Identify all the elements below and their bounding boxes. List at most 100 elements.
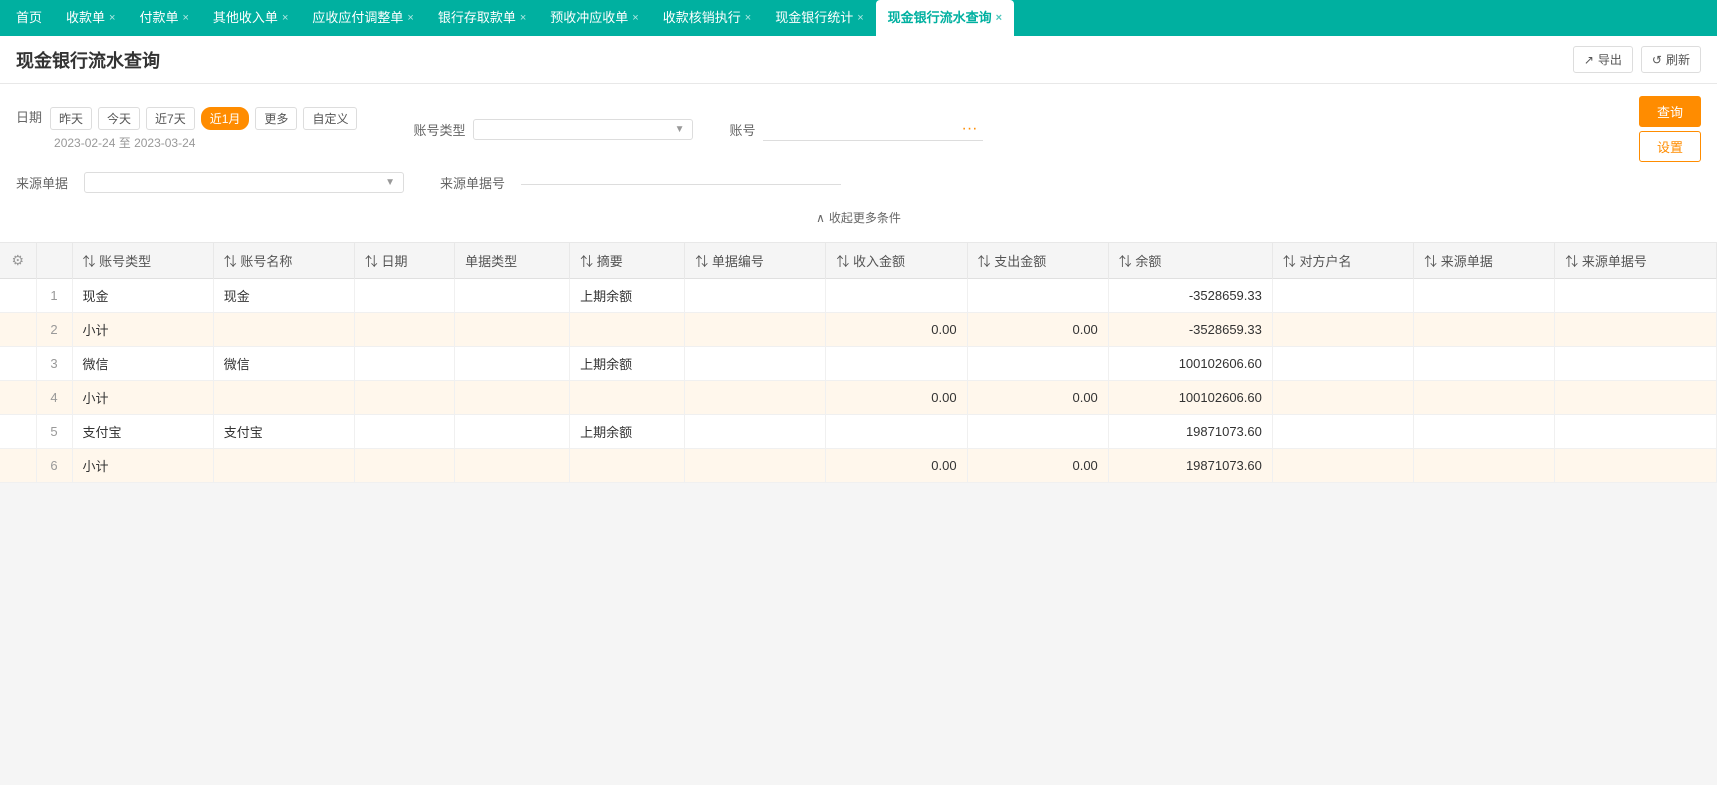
cell-date (354, 279, 454, 313)
cell-balance: 19871073.60 (1108, 449, 1272, 483)
col-date: ⇅ 日期 (354, 243, 454, 279)
nav-home[interactable]: 首页 (4, 0, 54, 36)
refresh-button[interactable]: ↺ 刷新 (1641, 46, 1701, 73)
filter-row-1: 日期 昨天 今天 近7天 近1月 更多 自定义 2023-02-24 至 202… (16, 96, 1701, 162)
top-nav: 首页 收款单 × 付款单 × 其他收入单 × 应收应付调整单 × 银行存取款单 … (0, 0, 1717, 36)
col-expense: ⇅ 支出金额 (967, 243, 1108, 279)
cell-doc_no (685, 347, 826, 381)
gear-icon[interactable]: ⚙ (11, 252, 24, 268)
cell-source_doc_no (1555, 279, 1717, 313)
account-type-select[interactable]: ▼ (473, 119, 693, 140)
date-btn-today[interactable]: 今天 (98, 107, 140, 130)
export-icon: ↗ (1584, 53, 1594, 67)
cell-balance: 100102606.60 (1108, 347, 1272, 381)
cell-doc_type (455, 415, 570, 449)
close-icon[interactable]: × (520, 0, 526, 36)
cell-doc_no (685, 313, 826, 347)
date-btn-custom[interactable]: 自定义 (303, 107, 357, 130)
cell-balance: -3528659.33 (1108, 279, 1272, 313)
date-btn-more[interactable]: 更多 (255, 107, 297, 130)
source-doc-select[interactable]: ▼ (84, 172, 404, 193)
cell-rownum: 6 (36, 449, 72, 483)
cell-counterparty (1272, 279, 1413, 313)
query-button[interactable]: 查询 (1639, 96, 1701, 127)
close-icon[interactable]: × (996, 0, 1002, 36)
header-actions: ↗ 导出 ↺ 刷新 (1573, 46, 1701, 73)
cell-source_doc_no (1555, 449, 1717, 483)
cell-balance: -3528659.33 (1108, 313, 1272, 347)
table-row: 3微信微信上期余额100102606.60 (0, 347, 1717, 381)
cell-summary: 上期余额 (570, 415, 685, 449)
cell-expense (967, 415, 1108, 449)
cell-income: 0.00 (826, 313, 967, 347)
close-icon[interactable]: × (632, 0, 638, 36)
cell-counterparty (1272, 449, 1413, 483)
nav-bank-deposit[interactable]: 银行存取款单 × (426, 0, 538, 36)
collapse-button[interactable]: ∧ 收起更多条件 (816, 209, 901, 226)
col-source-doc-no: ⇅ 来源单据号 (1555, 243, 1717, 279)
cell-settings (0, 415, 36, 449)
settings-button[interactable]: 设置 (1639, 131, 1701, 162)
cell-expense (967, 279, 1108, 313)
page-title: 现金银行流水查询 (16, 47, 160, 73)
close-icon[interactable]: × (282, 0, 288, 36)
table-wrap: ⚙ ⇅ 账号类型 ⇅ 账号名称 ⇅ 日期 单据类型 ⇅ 摘要 ⇅ 单据编号 (0, 243, 1717, 483)
cell-expense: 0.00 (967, 449, 1108, 483)
cell-source_doc_no (1555, 381, 1717, 415)
nav-ar-ap-adjust[interactable]: 应收应付调整单 × (300, 0, 425, 36)
close-icon[interactable]: × (745, 0, 751, 36)
cell-source_doc (1414, 279, 1555, 313)
close-icon[interactable]: × (109, 0, 115, 36)
export-button[interactable]: ↗ 导出 (1573, 46, 1633, 73)
nav-prepaid-offset[interactable]: 预收冲应收单 × (538, 0, 650, 36)
col-rownum (36, 243, 72, 279)
col-account-type: ⇅ 账号类型 (72, 243, 213, 279)
refresh-icon: ↺ (1652, 53, 1662, 67)
col-settings: ⚙ (0, 243, 36, 279)
cell-summary (570, 381, 685, 415)
date-btn-1month[interactable]: 近1月 (201, 107, 250, 130)
nav-cash-bank-flow[interactable]: 现金银行流水查询 × (876, 0, 1014, 36)
cell-rownum: 4 (36, 381, 72, 415)
cell-income: 0.00 (826, 449, 967, 483)
source-doc-no-label: 来源单据号 (440, 173, 505, 192)
cell-source_doc (1414, 313, 1555, 347)
cell-counterparty (1272, 313, 1413, 347)
nav-receipt[interactable]: 收款单 × (54, 0, 127, 36)
source-doc-label: 来源单据 (16, 173, 68, 192)
more-options-icon[interactable]: ··· (962, 120, 978, 138)
collapse-row: ∧ 收起更多条件 (16, 203, 1701, 230)
col-income: ⇅ 收入金额 (826, 243, 967, 279)
col-counterparty: ⇅ 对方户名 (1272, 243, 1413, 279)
date-btn-7days[interactable]: 近7天 (146, 107, 195, 130)
cell-summary: 上期余额 (570, 279, 685, 313)
close-icon[interactable]: × (182, 0, 188, 36)
cell-settings (0, 381, 36, 415)
cell-expense: 0.00 (967, 313, 1108, 347)
col-account-name: ⇅ 账号名称 (213, 243, 354, 279)
cell-doc_no (685, 381, 826, 415)
cell-settings (0, 449, 36, 483)
close-icon[interactable]: × (857, 0, 863, 36)
nav-collection-execute[interactable]: 收款核销执行 × (651, 0, 763, 36)
cell-income (826, 347, 967, 381)
cell-doc_type (455, 313, 570, 347)
col-summary: ⇅ 摘要 (570, 243, 685, 279)
date-btn-yesterday[interactable]: 昨天 (50, 107, 92, 130)
nav-other-income[interactable]: 其他收入单 × (201, 0, 300, 36)
col-doc-no: ⇅ 单据编号 (685, 243, 826, 279)
close-icon[interactable]: × (407, 0, 413, 36)
table-row: 6小计0.000.0019871073.60 (0, 449, 1717, 483)
account-input[interactable]: ··· (763, 118, 983, 141)
source-doc-no-input[interactable] (521, 180, 841, 185)
cell-source_doc (1414, 347, 1555, 381)
nav-cash-bank-stats[interactable]: 现金银行统计 × (763, 0, 875, 36)
cell-source_doc_no (1555, 313, 1717, 347)
nav-payment[interactable]: 付款单 × (127, 0, 200, 36)
cell-summary (570, 313, 685, 347)
col-balance: ⇅ 余额 (1108, 243, 1272, 279)
cell-account_name (213, 381, 354, 415)
cell-income (826, 415, 967, 449)
col-doc-type: 单据类型 (455, 243, 570, 279)
cell-doc_no (685, 415, 826, 449)
